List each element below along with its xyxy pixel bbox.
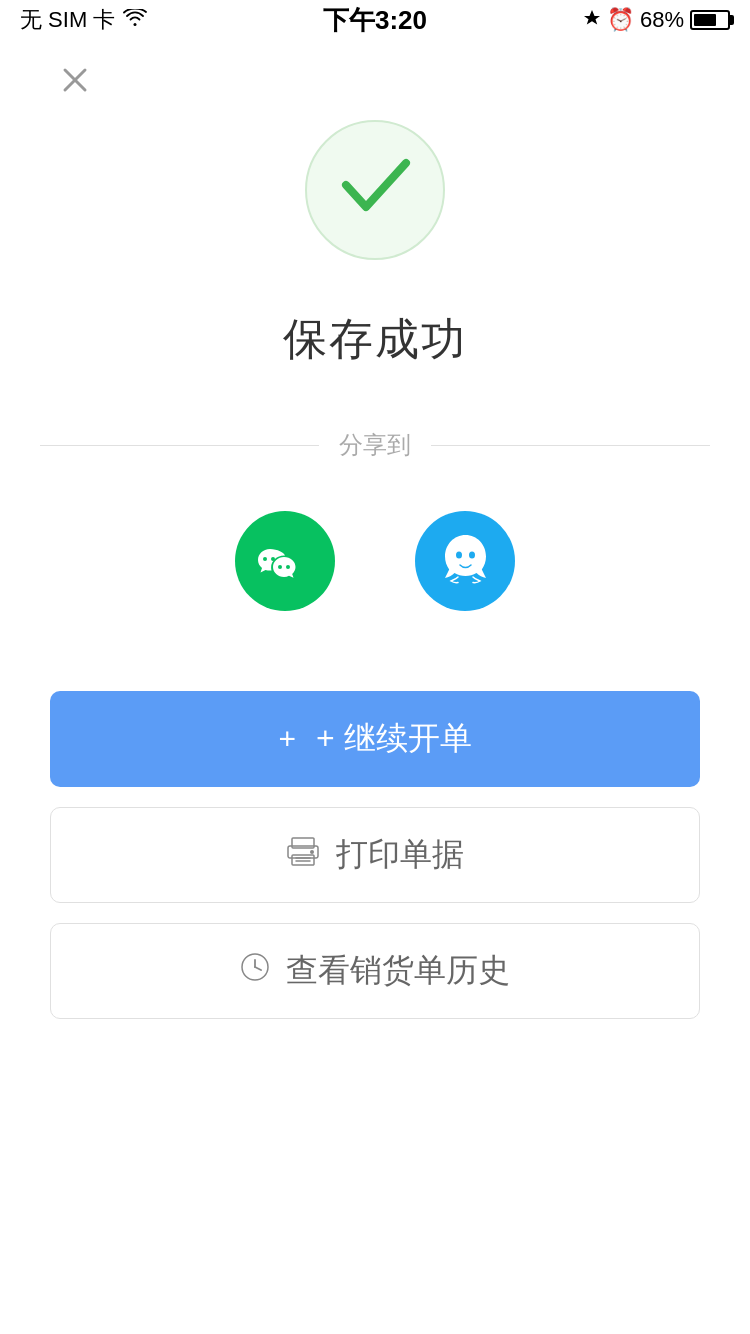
svg-point-8 xyxy=(469,552,475,559)
svg-point-3 xyxy=(263,557,267,561)
status-right: ⏰ 68% xyxy=(583,7,730,33)
svg-line-17 xyxy=(255,967,261,970)
continue-order-label: + 继续开单 xyxy=(316,717,472,761)
share-icons xyxy=(235,511,515,611)
svg-point-12 xyxy=(310,850,314,854)
continue-order-button[interactable]: + + 继续开单 xyxy=(50,691,700,787)
plus-icon: + xyxy=(278,722,296,756)
location-icon xyxy=(583,7,601,33)
wifi-icon xyxy=(123,7,147,33)
status-bar: 无 SIM 卡 下午3:20 ⏰ 68% xyxy=(0,0,750,40)
status-left: 无 SIM 卡 xyxy=(20,5,147,35)
view-history-button[interactable]: 查看销货单历史 xyxy=(50,923,700,1019)
share-label: 分享到 xyxy=(319,429,431,461)
battery-icon xyxy=(690,10,730,30)
success-circle xyxy=(305,120,445,260)
share-divider: 分享到 xyxy=(0,429,750,461)
print-icon xyxy=(286,837,320,874)
qq-share-button[interactable] xyxy=(415,511,515,611)
sim-status: 无 SIM 卡 xyxy=(20,5,115,35)
battery-percentage: 68% xyxy=(640,7,684,33)
print-receipt-button[interactable]: 打印单据 xyxy=(50,807,700,903)
history-label: 查看销货单历史 xyxy=(286,949,510,993)
svg-point-5 xyxy=(278,565,282,569)
share-section: 分享到 xyxy=(0,429,750,611)
status-time: 下午3:20 xyxy=(323,3,427,38)
svg-point-4 xyxy=(271,557,275,561)
wechat-share-button[interactable] xyxy=(235,511,335,611)
checkmark-icon xyxy=(338,154,413,226)
alarm-icon: ⏰ xyxy=(607,7,634,33)
actions-section: + + 继续开单 打印单据 查看销货单历史 xyxy=(0,691,750,1019)
print-label: 打印单据 xyxy=(336,833,464,877)
close-button[interactable] xyxy=(50,55,100,105)
success-section: 保存成功 xyxy=(0,120,750,369)
history-icon xyxy=(240,952,270,990)
success-title: 保存成功 xyxy=(283,310,467,369)
svg-point-6 xyxy=(286,565,290,569)
svg-point-7 xyxy=(456,552,462,559)
svg-rect-10 xyxy=(292,855,314,865)
